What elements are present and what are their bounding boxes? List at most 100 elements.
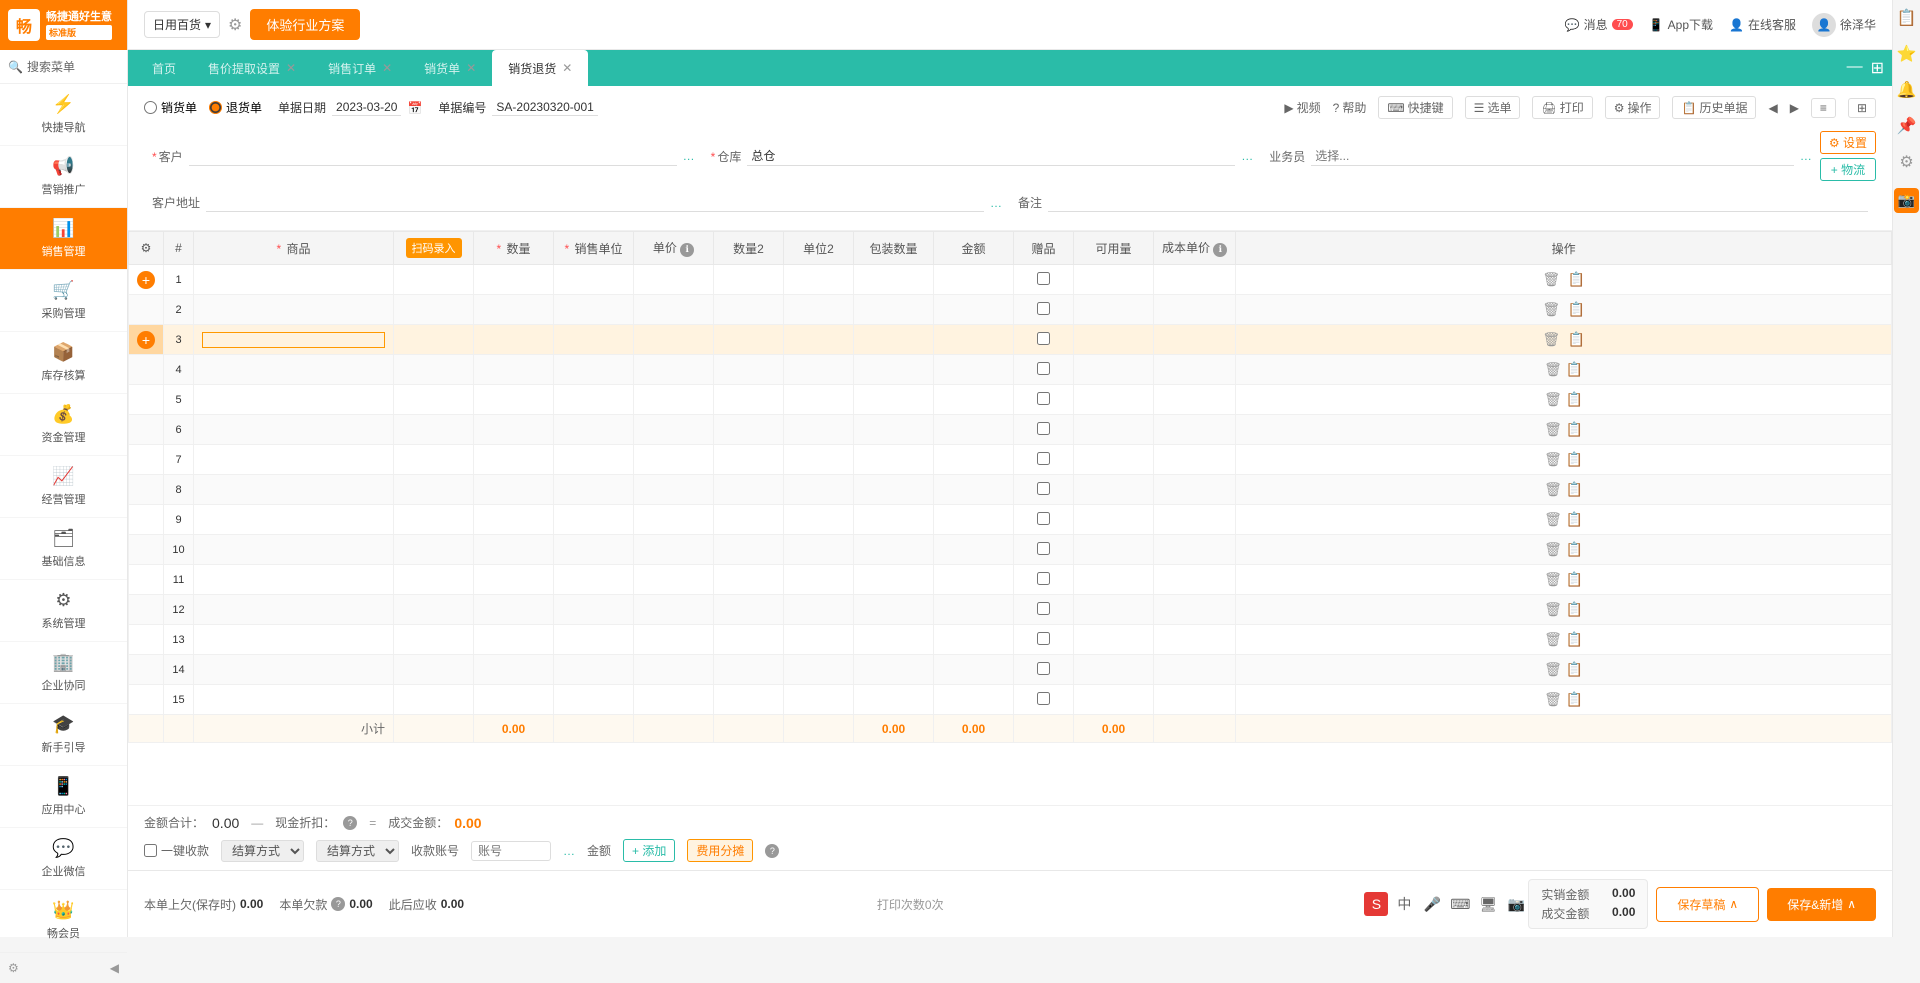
copy-btn[interactable]: 📋 — [1564, 479, 1585, 500]
staff-select-btn[interactable]: … — [1800, 149, 1812, 163]
save-new-btn[interactable]: 保存&新增 ∧ — [1767, 888, 1876, 921]
copy-btn[interactable]: 📋 — [1564, 569, 1585, 590]
copy-btn[interactable]: 📋 — [1564, 539, 1585, 560]
gift-checkbox[interactable] — [1037, 692, 1050, 705]
tab-close-icon[interactable]: ✕ — [562, 61, 572, 75]
gift-checkbox[interactable] — [1037, 632, 1050, 645]
sidebar-item-sales-mgmt[interactable]: 📊 销售管理 — [0, 208, 127, 270]
gift-checkbox[interactable] — [1037, 422, 1050, 435]
th-scan[interactable]: 扫码录入 — [394, 232, 474, 265]
delete-btn[interactable]: 🗑 — [1542, 479, 1564, 500]
radio-return[interactable]: 退货单 — [209, 99, 262, 116]
video-btn[interactable]: ▶ 视频 — [1284, 99, 1320, 116]
industry-selector[interactable]: 日用百货 ▾ — [144, 11, 220, 38]
gift-checkbox[interactable] — [1037, 662, 1050, 675]
view-list-btn[interactable]: ≡ — [1811, 98, 1836, 118]
trial-btn[interactable]: 体验行业方案 — [250, 9, 360, 40]
select-btn[interactable]: ☰ 选单 — [1465, 96, 1521, 119]
sidebar-item-basics[interactable]: 🗂 基础信息 — [0, 518, 127, 580]
product-cell[interactable] — [194, 325, 394, 355]
delete-btn[interactable]: 🗑 — [1540, 299, 1562, 320]
radio-return-input[interactable] — [209, 101, 222, 114]
gift-checkbox[interactable] — [1037, 572, 1050, 585]
pack-qty-cell[interactable] — [854, 265, 934, 295]
product-cell[interactable] — [194, 295, 394, 325]
delete-btn[interactable]: 🗑 — [1542, 629, 1564, 650]
product-input-active[interactable] — [202, 332, 385, 348]
sidebar-item-wechat[interactable]: 💬 企业微信 — [0, 828, 127, 890]
gift-checkbox[interactable] — [1037, 452, 1050, 465]
price-cell[interactable] — [634, 265, 714, 295]
customer-select-btn[interactable]: … — [683, 149, 695, 163]
delete-btn[interactable]: 🗑 — [1542, 689, 1564, 710]
tab-close-icon[interactable]: ✕ — [286, 61, 296, 75]
settings-btn[interactable]: ⚙ 设置 — [1820, 131, 1876, 154]
delete-btn[interactable]: 🗑 — [1542, 419, 1564, 440]
gift-checkbox[interactable] — [1037, 332, 1050, 345]
address-select-btn[interactable]: … — [990, 196, 1002, 210]
right-panel-icon-2[interactable]: ⭐ — [1897, 44, 1917, 64]
unit2-cell[interactable] — [784, 295, 854, 325]
sidebar-collapse-icon[interactable]: ◀ — [110, 961, 119, 975]
qty-cell[interactable] — [474, 325, 554, 355]
user-profile-btn[interactable]: 👤 徐泽华 — [1812, 13, 1876, 37]
gift-checkbox[interactable] — [1037, 392, 1050, 405]
print-btn[interactable]: 🖨 打印 — [1532, 96, 1592, 119]
address-input[interactable] — [206, 193, 984, 212]
gift-checkbox[interactable] — [1037, 602, 1050, 615]
taskbar-icon-5[interactable]: 🖥 — [1476, 892, 1500, 916]
shortcut-btn[interactable]: ⌨ 快捷键 — [1378, 96, 1452, 119]
history-btn[interactable]: 📋 历史单据 — [1672, 96, 1756, 119]
gift-cell[interactable] — [1014, 295, 1074, 325]
operate-btn[interactable]: ⚙ 操作 — [1605, 96, 1661, 119]
copy-btn[interactable]: 📋 — [1564, 629, 1585, 650]
cost-price-info-icon[interactable]: ℹ — [1213, 243, 1227, 257]
right-panel-icon-4[interactable]: 📌 — [1897, 116, 1917, 136]
no-value[interactable]: SA-20230320-001 — [492, 99, 597, 116]
calendar-icon[interactable]: 📅 — [407, 101, 422, 115]
unit2-cell[interactable] — [784, 265, 854, 295]
sidebar-item-operations[interactable]: 📈 经营管理 — [0, 456, 127, 518]
taskbar-icon-3[interactable]: 🎤 — [1420, 892, 1444, 916]
feiyong-info-icon[interactable]: ? — [765, 844, 779, 858]
sidebar-item-system[interactable]: ⚙ 系统管理 — [0, 580, 127, 642]
add-row-btn[interactable]: + — [137, 271, 155, 289]
product-cell[interactable] — [194, 265, 394, 295]
available-cell[interactable] — [1074, 295, 1154, 325]
gift-cell[interactable] — [1014, 265, 1074, 295]
copy-btn[interactable]: 📋 — [1564, 359, 1585, 380]
product-input[interactable] — [202, 273, 385, 287]
tab-expand-icon[interactable]: ⊞ — [1871, 58, 1884, 78]
sidebar-item-member[interactable]: 👑 畅会员 — [0, 890, 127, 952]
unit-cell[interactable] — [554, 325, 634, 355]
unit-cell[interactable] — [554, 295, 634, 325]
account-select-btn[interactable]: … — [563, 844, 575, 858]
delete-btn[interactable]: 🗑 — [1542, 449, 1564, 470]
cost-price-cell[interactable] — [1154, 325, 1236, 355]
settlement-select[interactable]: 结算方式 — [221, 840, 304, 862]
copy-btn[interactable]: 📋 — [1566, 299, 1587, 320]
copy-btn[interactable]: 📋 — [1566, 329, 1587, 350]
warehouse-input[interactable] — [747, 147, 1235, 166]
right-panel-icon-5[interactable]: ⚙ — [1899, 152, 1913, 172]
sidebar-item-finance[interactable]: 💰 资金管理 — [0, 394, 127, 456]
tab-close-icon[interactable]: ✕ — [466, 61, 476, 75]
help-btn[interactable]: ? 帮助 — [1333, 99, 1367, 116]
logistics-btn[interactable]: + 物流 — [1820, 158, 1876, 181]
calc-select[interactable]: 结算方式 — [316, 840, 399, 862]
taskbar-icon-4[interactable]: ⌨ — [1448, 892, 1472, 916]
copy-btn[interactable]: 📋 — [1566, 269, 1587, 290]
gift-checkbox[interactable] — [1037, 512, 1050, 525]
delete-btn[interactable]: 🗑 — [1542, 509, 1564, 530]
date-value[interactable]: 2023-03-20 — [332, 99, 401, 116]
message-btn[interactable]: 💬 消息 70 — [1565, 16, 1633, 33]
tab-sales-order[interactable]: 销售订单 ✕ — [312, 50, 408, 86]
feiyong-btn[interactable]: 费用分摊 — [687, 839, 753, 862]
pack-qty-cell[interactable] — [854, 295, 934, 325]
gift-cell[interactable] — [1014, 325, 1074, 355]
sidebar-item-marketing[interactable]: 📢 营销推广 — [0, 146, 127, 208]
tab-price-setting[interactable]: 售价提取设置 ✕ — [192, 50, 312, 86]
cost-price-cell[interactable] — [1154, 265, 1236, 295]
tab-home[interactable]: 首页 — [136, 50, 192, 86]
one-key-payment-check[interactable] — [144, 844, 157, 857]
